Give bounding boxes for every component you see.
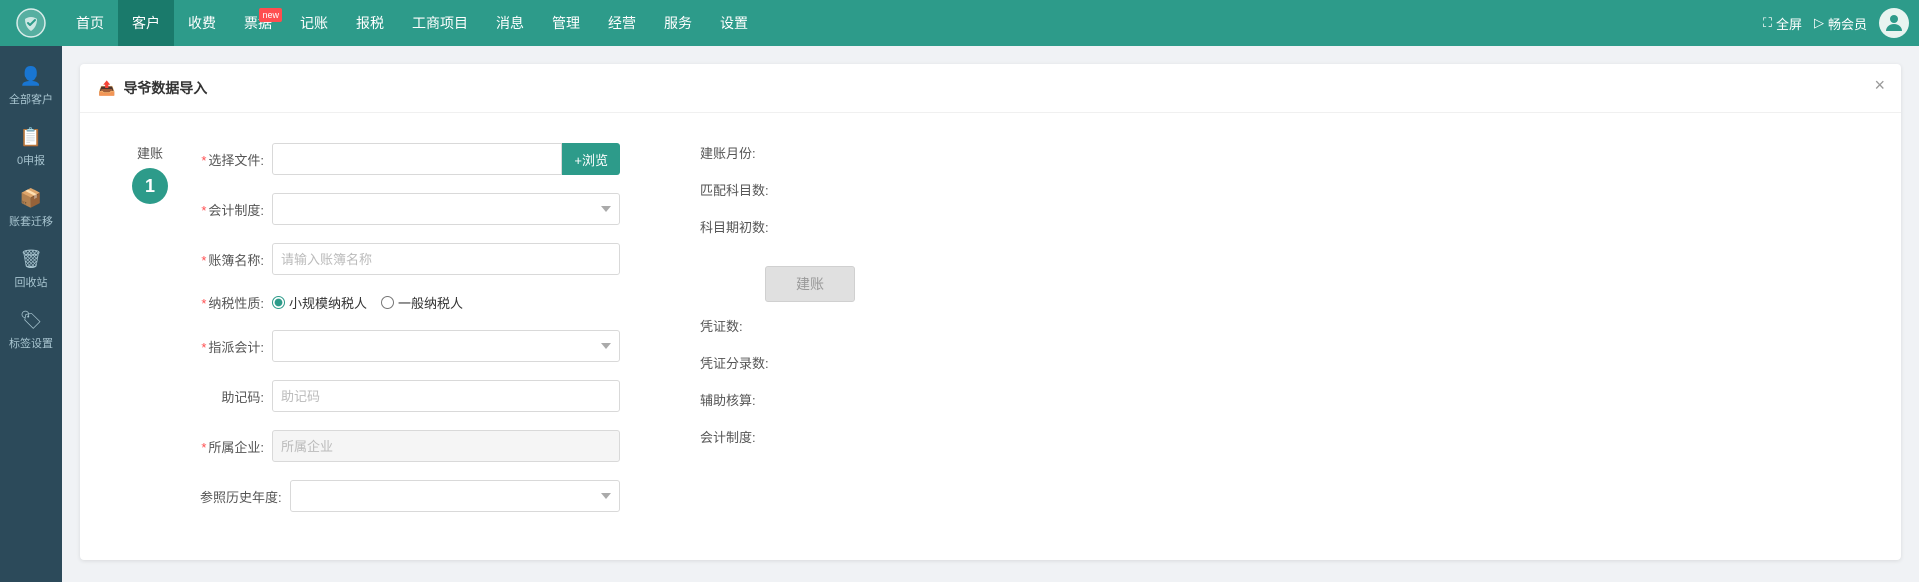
form-right: 建账月份: 匹配科目数: 科目期初数: 建账 凭证数: 凭证 [620, 143, 920, 530]
match-subjects-row: 匹配科目数: [700, 180, 920, 199]
migration-icon: 📦 [20, 188, 42, 209]
accounting-month-row: 建账月份: [700, 143, 920, 162]
reference-year-label: 参照历史年度: [200, 487, 290, 506]
nav-charge[interactable]: 收费 [174, 0, 230, 46]
select-file-label: *选择文件: [200, 150, 272, 169]
panel-header: 📤 导爷数据导入 [80, 64, 1901, 113]
accounting-month-label: 建账月份: [700, 143, 780, 162]
panel-title: 导爷数据导入 [123, 78, 207, 98]
main-panel: 📤 导爷数据导入 × 建账 1 *选择文件: [80, 64, 1901, 560]
nav-bookkeeping[interactable]: 记账 [286, 0, 342, 46]
sidebar-item-recycle[interactable]: 🗑 回收站 [0, 239, 62, 300]
reference-year-select-wrapper [290, 480, 620, 512]
file-input-group: +浏览 [272, 143, 620, 175]
nav-tax[interactable]: 报税 [342, 0, 398, 46]
nav-service[interactable]: 服务 [650, 0, 706, 46]
nav-invoice[interactable]: 票据 new [230, 0, 286, 46]
voucher-entries-row: 凭证分录数: [700, 353, 920, 372]
nav-settings[interactable]: 设置 [706, 0, 762, 46]
accounting-system-label: *会计制度: [200, 200, 272, 219]
tags-icon: 🏷 [20, 310, 43, 331]
close-button[interactable]: × [1874, 76, 1885, 94]
sidebar-item-tags[interactable]: 🏷 标签设置 [0, 300, 62, 361]
right-accounting-system-row: 会计制度: [700, 427, 920, 446]
file-input[interactable] [272, 143, 562, 175]
accounting-system-select-wrapper [272, 193, 620, 225]
step-label: 建账 [137, 143, 163, 162]
step-badge: 建账 1 [132, 143, 168, 204]
nav-home[interactable]: 首页 [62, 0, 118, 46]
main-layout: 👤 全部客户 📋 0申报 📦 账套迁移 🗑 回收站 🏷 标签设置 📤 导爷数据导… [0, 46, 1919, 582]
accounting-system-select[interactable] [272, 193, 620, 225]
accounting-system-row: *会计制度: [200, 193, 620, 225]
assigned-accountant-select[interactable] [272, 330, 620, 362]
right-accounting-system-label: 会计制度: [700, 427, 780, 446]
tax-nature-label: *纳税性质: [200, 293, 272, 312]
declaration-icon: 📋 [20, 127, 42, 148]
sidebar-item-all-customers[interactable]: 👤 全部客户 [0, 56, 62, 117]
vip-icon: ▷ [1814, 15, 1824, 31]
fullscreen-icon: ⛶ [1763, 15, 1772, 31]
belonging-company-label: *所属企业: [200, 437, 272, 456]
step-circle: 1 [132, 168, 168, 204]
customers-icon: 👤 [20, 66, 42, 87]
tax-nature-row: *纳税性质: 小规模纳税人 一般纳税人 [200, 293, 620, 312]
assigned-accountant-select-wrapper [272, 330, 620, 362]
memo-code-row: 助记码: [200, 380, 620, 412]
sidebar-item-migration[interactable]: 📦 账套迁移 [0, 178, 62, 239]
panel-header-icon: 📤 [98, 80, 115, 97]
form-container: 建账 1 *选择文件: +浏览 [80, 113, 1901, 560]
voucher-count-label: 凭证数: [700, 316, 780, 335]
sidebar: 👤 全部客户 📋 0申报 📦 账套迁移 🗑 回收站 🏷 标签设置 [0, 46, 62, 582]
auxiliary-accounting-label: 辅助核算: [700, 390, 780, 409]
initial-subjects-row: 科目期初数: [700, 217, 920, 236]
avatar[interactable] [1879, 8, 1909, 38]
content-area: 📤 导爷数据导入 × 建账 1 *选择文件: [62, 46, 1919, 582]
top-nav: 首页 客户 收费 票据 new 记账 报税 工商项目 消息 管理 经营 服务 设… [0, 0, 1919, 46]
recycle-icon: 🗑 [20, 249, 43, 270]
sidebar-item-zero-declaration[interactable]: 📋 0申报 [0, 117, 62, 178]
ledger-name-row: *账簿名称: [200, 243, 620, 275]
step-indicator: 建账 1 [120, 143, 200, 530]
ledger-name-label: *账簿名称: [200, 250, 272, 269]
tax-nature-radio-group: 小规模纳税人 一般纳税人 [272, 293, 463, 312]
nav-management[interactable]: 管理 [538, 0, 594, 46]
voucher-entries-label: 凭证分录数: [700, 353, 780, 372]
initial-subjects-label: 科目期初数: [700, 217, 780, 236]
match-subjects-label: 匹配科目数: [700, 180, 780, 199]
vip-btn[interactable]: ▷ 畅会员 [1814, 14, 1867, 33]
nav-customer[interactable]: 客户 [118, 0, 174, 46]
logo [10, 2, 52, 44]
nav-message[interactable]: 消息 [482, 0, 538, 46]
form-center: *选择文件: +浏览 *会计制度: [200, 143, 620, 530]
memo-code-label: 助记码: [200, 387, 272, 406]
memo-code-input[interactable] [272, 380, 620, 412]
small-taxpayer-radio[interactable]: 小规模纳税人 [272, 293, 367, 312]
create-button-wrapper: 建账 [700, 256, 920, 302]
assigned-accountant-label: *指派会计: [200, 337, 272, 356]
new-badge: new [259, 8, 282, 22]
belonging-company-row: *所属企业: [200, 430, 620, 462]
nav-items: 首页 客户 收费 票据 new 记账 报税 工商项目 消息 管理 经营 服务 设… [62, 0, 1763, 46]
nav-business[interactable]: 工商项目 [398, 0, 482, 46]
nav-right: ⛶ 全屏 ▷ 畅会员 [1763, 8, 1909, 38]
browse-button[interactable]: +浏览 [562, 143, 620, 175]
general-taxpayer-radio[interactable]: 一般纳税人 [381, 293, 463, 312]
create-account-button[interactable]: 建账 [765, 266, 855, 302]
auxiliary-accounting-row: 辅助核算: [700, 390, 920, 409]
reference-year-row: 参照历史年度: [200, 480, 620, 512]
belonging-company-input[interactable] [272, 430, 620, 462]
voucher-count-row: 凭证数: [700, 316, 920, 335]
ledger-name-input[interactable] [272, 243, 620, 275]
assigned-accountant-row: *指派会计: [200, 330, 620, 362]
nav-operation[interactable]: 经营 [594, 0, 650, 46]
select-file-row: *选择文件: +浏览 [200, 143, 620, 175]
fullscreen-btn[interactable]: ⛶ 全屏 [1763, 14, 1802, 33]
reference-year-select[interactable] [290, 480, 620, 512]
